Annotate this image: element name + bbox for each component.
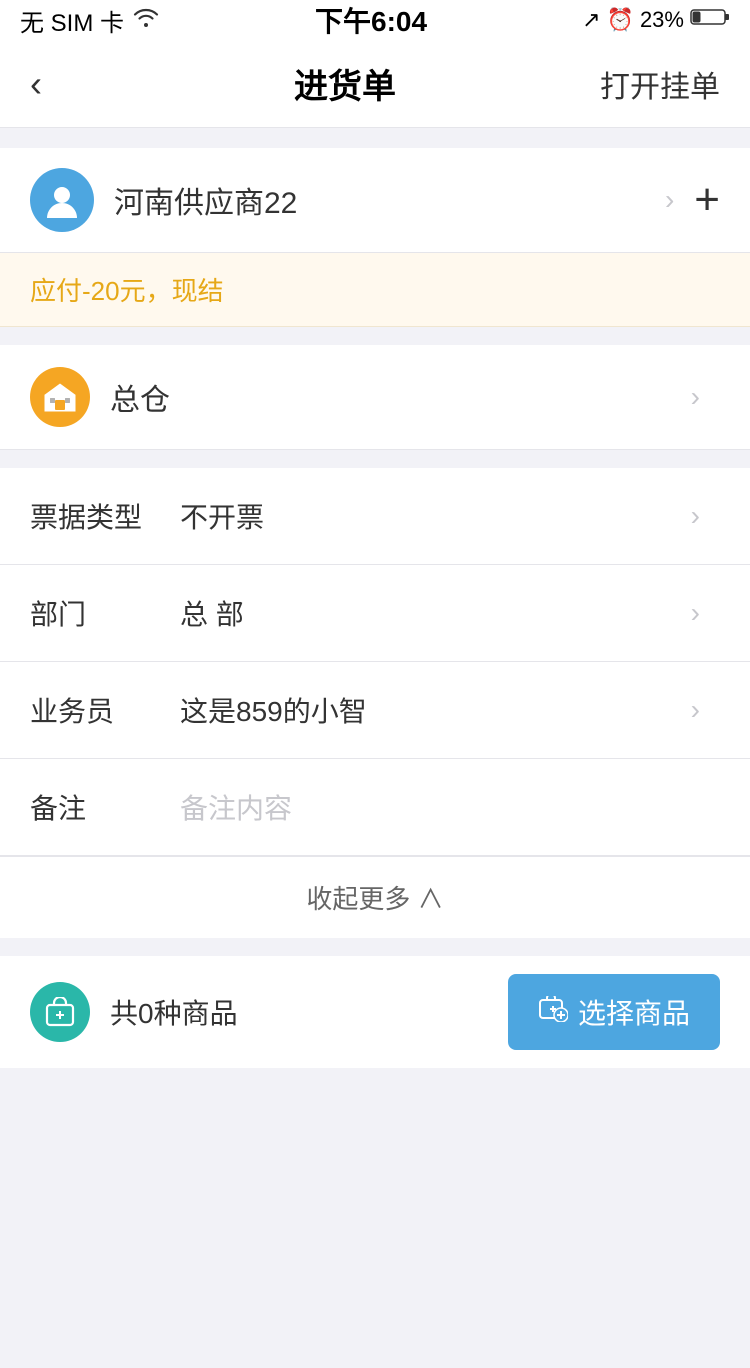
select-product-button[interactable]: 选择商品 (508, 974, 720, 1050)
invoice-label: 票据类型 (30, 496, 170, 536)
supplier-card: 河南供应商22 › + 应付-20元，现结 (0, 148, 750, 327)
supplier-avatar (30, 168, 94, 232)
invoice-row[interactable]: 票据类型 不开票 › (0, 468, 750, 565)
wifi-icon (132, 6, 160, 34)
warehouse-chevron-icon: › (691, 381, 700, 413)
battery-label: 23% (640, 7, 684, 33)
select-product-label: 选择商品 (578, 992, 690, 1032)
supplier-chevron-icon: › (665, 184, 674, 216)
status-right: ↗ ⏰ 23% (582, 7, 730, 33)
section-gap-2 (0, 450, 750, 468)
warehouse-card: 总仓 › (0, 345, 750, 450)
invoice-chevron-icon: › (691, 500, 700, 532)
supplier-name: 河南供应商22 (114, 178, 665, 222)
dept-row[interactable]: 部门 总 部 › (0, 565, 750, 662)
section-gap-1 (0, 327, 750, 345)
section-gap-top (0, 128, 750, 148)
empty-area (0, 1068, 750, 1368)
dept-value: 总 部 (170, 593, 691, 633)
warehouse-name: 总仓 (110, 375, 691, 419)
no-sim-label: 无 SIM 卡 (20, 3, 124, 38)
status-bar: 无 SIM 卡 下午6:04 ↗ ⏰ 23% (0, 0, 750, 40)
sales-chevron-icon: › (691, 694, 700, 726)
dept-label: 部门 (30, 593, 170, 633)
remark-label: 备注 (30, 787, 170, 827)
warehouse-icon (30, 367, 90, 427)
supplier-row[interactable]: 河南供应商22 › + (0, 148, 750, 253)
remark-input[interactable]: 备注内容 (170, 787, 720, 827)
invoice-value: 不开票 (170, 496, 691, 536)
battery-icon (690, 7, 730, 33)
dept-chevron-icon: › (691, 597, 700, 629)
location-icon: ↗ (582, 7, 600, 33)
supplier-alert: 应付-20元，现结 (0, 253, 750, 327)
status-left: 无 SIM 卡 (20, 3, 160, 38)
collapse-button[interactable]: 收起更多 ∧ (0, 856, 750, 938)
bottom-gap (0, 938, 750, 956)
form-card: 票据类型 不开票 › 部门 总 部 › 业务员 这是859的小智 › 备注 备注… (0, 468, 750, 938)
status-time: 下午6:04 (315, 0, 427, 40)
remark-row[interactable]: 备注 备注内容 (0, 759, 750, 856)
alarm-icon: ⏰ (607, 7, 634, 33)
open-pending-button[interactable]: 打开挂单 (600, 62, 720, 106)
page-title: 进货单 (294, 59, 396, 108)
product-bar: 共0种商品 选择商品 (0, 956, 750, 1068)
product-count: 共0种商品 (110, 992, 508, 1032)
collapse-label: 收起更多 ∧ (306, 879, 443, 916)
sales-label: 业务员 (30, 690, 170, 730)
sales-value: 这是859的小智 (170, 690, 691, 730)
warehouse-row[interactable]: 总仓 › (0, 345, 750, 450)
product-icon (30, 982, 90, 1042)
back-button[interactable]: ‹ (30, 63, 90, 105)
nav-bar: ‹ 进货单 打开挂单 (0, 40, 750, 128)
add-supplier-button[interactable]: + (694, 178, 720, 222)
select-product-icon (538, 996, 568, 1029)
sales-row[interactable]: 业务员 这是859的小智 › (0, 662, 750, 759)
